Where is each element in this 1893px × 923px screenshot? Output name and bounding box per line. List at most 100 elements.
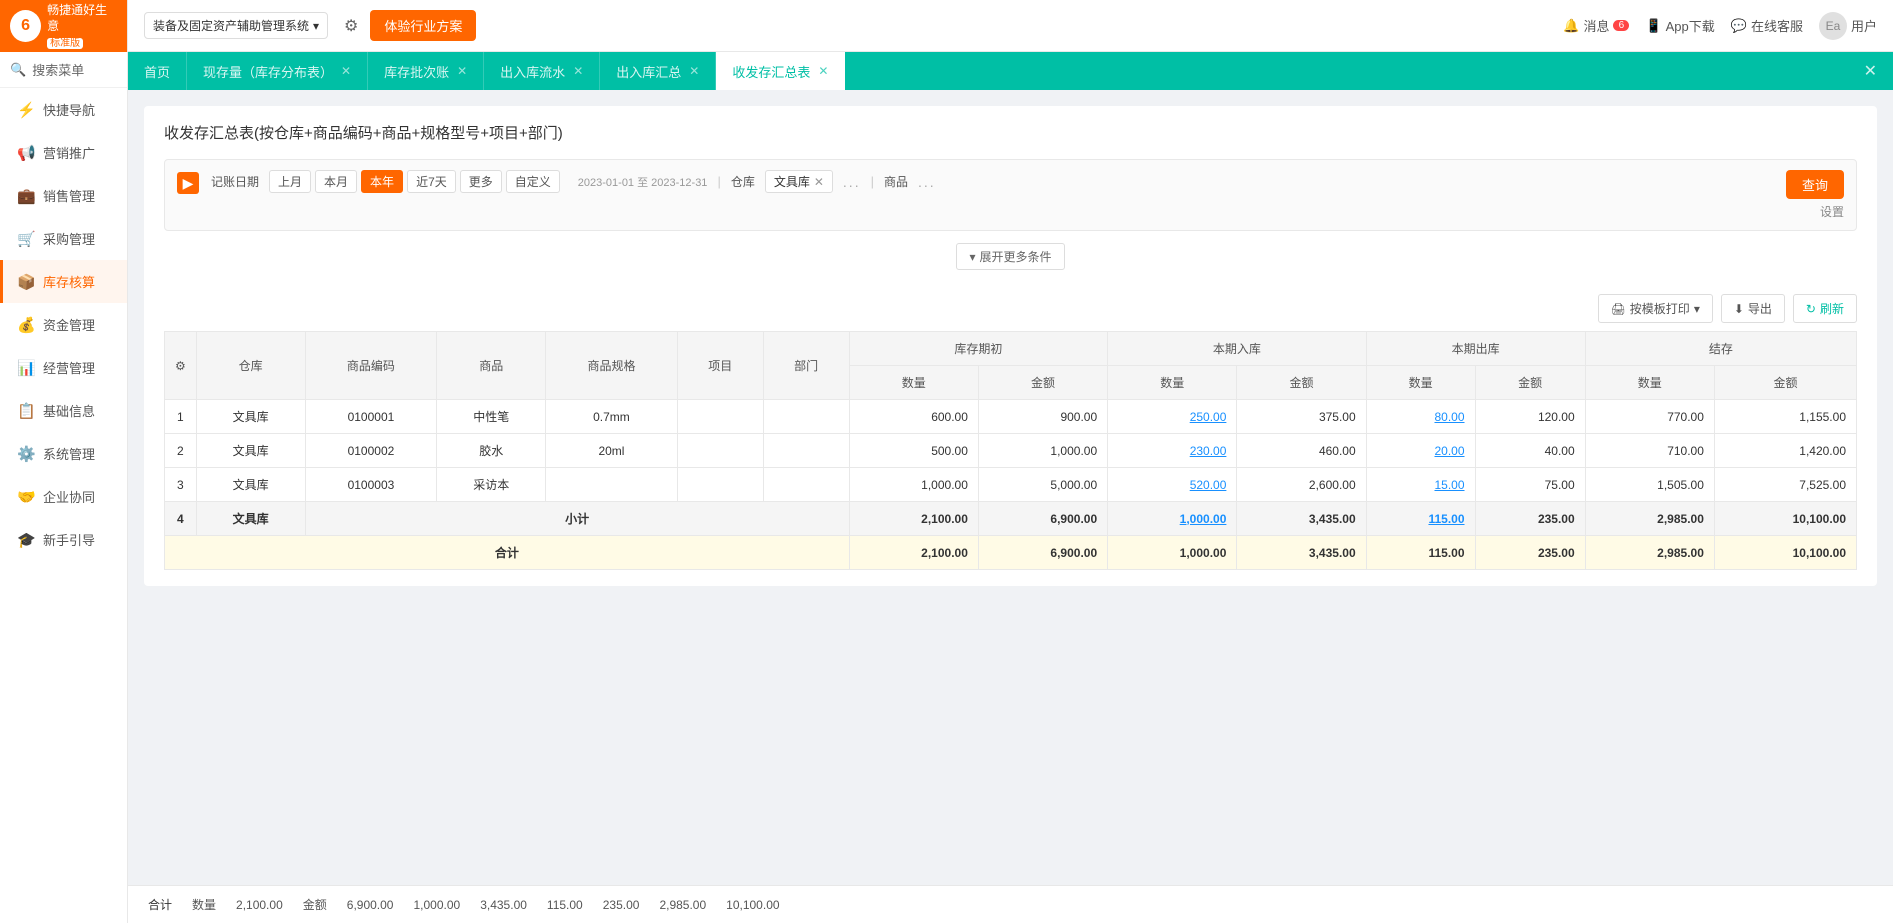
filter-collapse-btn[interactable]: ▶	[177, 172, 199, 194]
refresh-icon: ↻	[1806, 302, 1816, 316]
sidebar-item-finance[interactable]: 💰 资金管理	[0, 303, 127, 346]
search-menu-item[interactable]: 🔍 搜索菜单	[0, 52, 127, 88]
chevron-down-icon: ▾	[1694, 302, 1700, 316]
sidebar-item-purchase[interactable]: 🛒 采购管理	[0, 217, 127, 260]
notification-item[interactable]: 🔔 消息 6	[1563, 16, 1629, 35]
warehouse-tag: 文具库 ✕	[765, 170, 833, 193]
tab-inventory-dist-close[interactable]: ✕	[341, 64, 351, 78]
notification-badge: 6	[1613, 20, 1629, 31]
tab-home[interactable]: 首页	[128, 52, 187, 90]
export-icon: ⬇	[1734, 302, 1744, 316]
date-btn-this-month[interactable]: 本月	[315, 170, 357, 193]
sidebar-item-inventory[interactable]: 📦 库存核算	[0, 260, 127, 303]
system-label: 系统管理	[43, 444, 95, 463]
bottom-in-qty: 1,000.00	[413, 898, 460, 912]
search-label: 搜索菜单	[32, 60, 84, 79]
bottom-open-qty-label: 数量	[192, 896, 216, 913]
table-row: 3 文具库 0100003 采访本 1,000.00 5,000.00 520.…	[165, 468, 1857, 502]
tab-inventory-dist-label: 现存量（库存分布表）	[203, 62, 333, 81]
system-selector[interactable]: 装备及固定资产辅助管理系统 ▾	[144, 12, 328, 39]
sidebar-item-guide[interactable]: 🎓 新手引导	[0, 518, 127, 561]
date-filter-label: 记账日期	[211, 173, 259, 190]
col-project-header: 项目	[677, 332, 763, 400]
product-more-btn[interactable]: ...	[918, 174, 936, 190]
user-label: 用户	[1851, 16, 1877, 35]
trial-button[interactable]: 体验行业方案	[370, 10, 476, 41]
expand-conditions-btn[interactable]: ▾ 展开更多条件	[956, 243, 1064, 270]
col-out-qty-header: 数量	[1366, 366, 1475, 400]
cooperation-icon: 🤝	[17, 488, 35, 506]
marketing-icon: 📢	[17, 144, 35, 162]
topbar: 装备及固定资产辅助管理系统 ▾ ⚙ 体验行业方案 🔔 消息 6 📱 App下载 …	[128, 0, 1893, 52]
settings-link[interactable]: 设置	[1820, 203, 1844, 220]
print-template-btn[interactable]: 🖨 按模板打印 ▾	[1598, 294, 1713, 323]
col-in-header: 本期入库	[1108, 332, 1367, 366]
sidebar-item-base-info[interactable]: 📋 基础信息	[0, 389, 127, 432]
main-content: 收发存汇总表(按仓库+商品编码+商品+规格型号+项目+部门) ▶ 记账日期 上月…	[128, 90, 1893, 923]
tab-batch-ledger-close[interactable]: ✕	[457, 64, 467, 78]
tab-summary-in-out-close[interactable]: ✕	[689, 64, 699, 78]
filter-actions: 查询 设置	[1786, 170, 1844, 220]
date-btn-custom[interactable]: 自定义	[506, 170, 560, 193]
date-btn-last-month[interactable]: 上月	[269, 170, 311, 193]
print-icon: 🖨	[1611, 302, 1626, 316]
tab-recv-send-close[interactable]: ✕	[818, 64, 828, 78]
table-toolbar: 🖨 按模板打印 ▾ ⬇ 导出 ↻ 刷新	[164, 294, 1857, 323]
online-service-label: 在线客服	[1751, 16, 1803, 35]
bottom-close-amt: 10,100.00	[726, 898, 779, 912]
sidebar-logo[interactable]: 6 畅捷通好生意 标准版	[0, 0, 127, 52]
app-download-label: App下载	[1666, 16, 1715, 35]
date-btn-more[interactable]: 更多	[460, 170, 502, 193]
col-open-amt-header: 金额	[978, 366, 1107, 400]
refresh-btn[interactable]: ↻ 刷新	[1793, 294, 1857, 323]
logo-icon: 6	[10, 10, 41, 42]
bottom-close-qty: 2,985.00	[659, 898, 706, 912]
warehouse-tag-text: 文具库	[774, 173, 810, 190]
warehouse-tag-close[interactable]: ✕	[814, 175, 824, 189]
avatar: Ea	[1819, 12, 1847, 40]
system-icon: ⚙️	[17, 445, 35, 463]
col-spec-header: 商品规格	[546, 332, 678, 400]
sidebar-item-system[interactable]: ⚙️ 系统管理	[0, 432, 127, 475]
warehouse-more-btn[interactable]: ...	[843, 174, 861, 190]
sidebar: 6 畅捷通好生意 标准版 🔍 搜索菜单 ⚡ 快捷导航 📢 营销推广 💼 销售管理…	[0, 0, 128, 923]
settings-gear-icon[interactable]: ⚙	[344, 16, 358, 36]
search-icon: 🔍	[10, 62, 26, 78]
tab-flow[interactable]: 出入库流水 ✕	[484, 52, 600, 90]
sidebar-item-quick-nav[interactable]: ⚡ 快捷导航	[0, 88, 127, 131]
chevron-down-icon: ▾	[313, 19, 319, 33]
tab-inventory-dist[interactable]: 现存量（库存分布表） ✕	[187, 52, 368, 90]
online-service-item[interactable]: 💬 在线客服	[1731, 16, 1803, 35]
sidebar-item-cooperation[interactable]: 🤝 企业协同	[0, 475, 127, 518]
tab-batch-ledger[interactable]: 库存批次账 ✕	[368, 52, 484, 90]
footer-label: 合计	[165, 536, 850, 570]
sidebar-item-sales[interactable]: 💼 销售管理	[0, 174, 127, 217]
date-btn-7days[interactable]: 近7天	[407, 170, 456, 193]
filter-row-date: 记账日期 上月 本月 本年 近7天 更多 自定义 2023-01-01 至 20…	[211, 170, 1774, 193]
tab-recv-send[interactable]: 收发存汇总表 ✕	[716, 52, 845, 90]
tabbar-close-all[interactable]: ✕	[1856, 61, 1885, 81]
footer-out-amt: 235.00	[1475, 536, 1585, 570]
data-table: ⚙ 仓库 商品编码 商品 商品规格 项目 部门 库存期初 本期入库 本期出库 结…	[164, 331, 1857, 570]
sidebar-item-marketing[interactable]: 📢 营销推广	[0, 131, 127, 174]
export-btn[interactable]: ⬇ 导出	[1721, 294, 1785, 323]
col-settings-header[interactable]: ⚙	[165, 332, 197, 400]
tabbar: 首页 现存量（库存分布表） ✕ 库存批次账 ✕ 出入库流水 ✕ 出入库汇总 ✕ …	[128, 52, 1893, 90]
tab-flow-close[interactable]: ✕	[573, 64, 583, 78]
col-open-qty-header: 数量	[849, 366, 978, 400]
col-in-qty-header: 数量	[1108, 366, 1237, 400]
bottom-open-amt-label: 金额	[303, 896, 327, 913]
user-item[interactable]: Ea 用户	[1819, 12, 1877, 40]
bottom-in-amt: 3,435.00	[480, 898, 527, 912]
app-download-item[interactable]: 📱 App下载	[1645, 16, 1714, 35]
purchase-icon: 🛒	[17, 230, 35, 248]
purchase-label: 采购管理	[43, 229, 95, 248]
topbar-right: 🔔 消息 6 📱 App下载 💬 在线客服 Ea 用户	[1563, 12, 1877, 40]
query-button[interactable]: 查询	[1786, 170, 1844, 199]
table-row: 2 文具库 0100002 胶水 20ml 500.00 1,000.00 23…	[165, 434, 1857, 468]
date-btn-this-year[interactable]: 本年	[361, 170, 403, 193]
sidebar-item-operation[interactable]: 📊 经营管理	[0, 346, 127, 389]
cooperation-label: 企业协同	[43, 487, 95, 506]
tab-summary-in-out[interactable]: 出入库汇总 ✕	[600, 52, 716, 90]
quick-nav-icon: ⚡	[17, 101, 35, 119]
